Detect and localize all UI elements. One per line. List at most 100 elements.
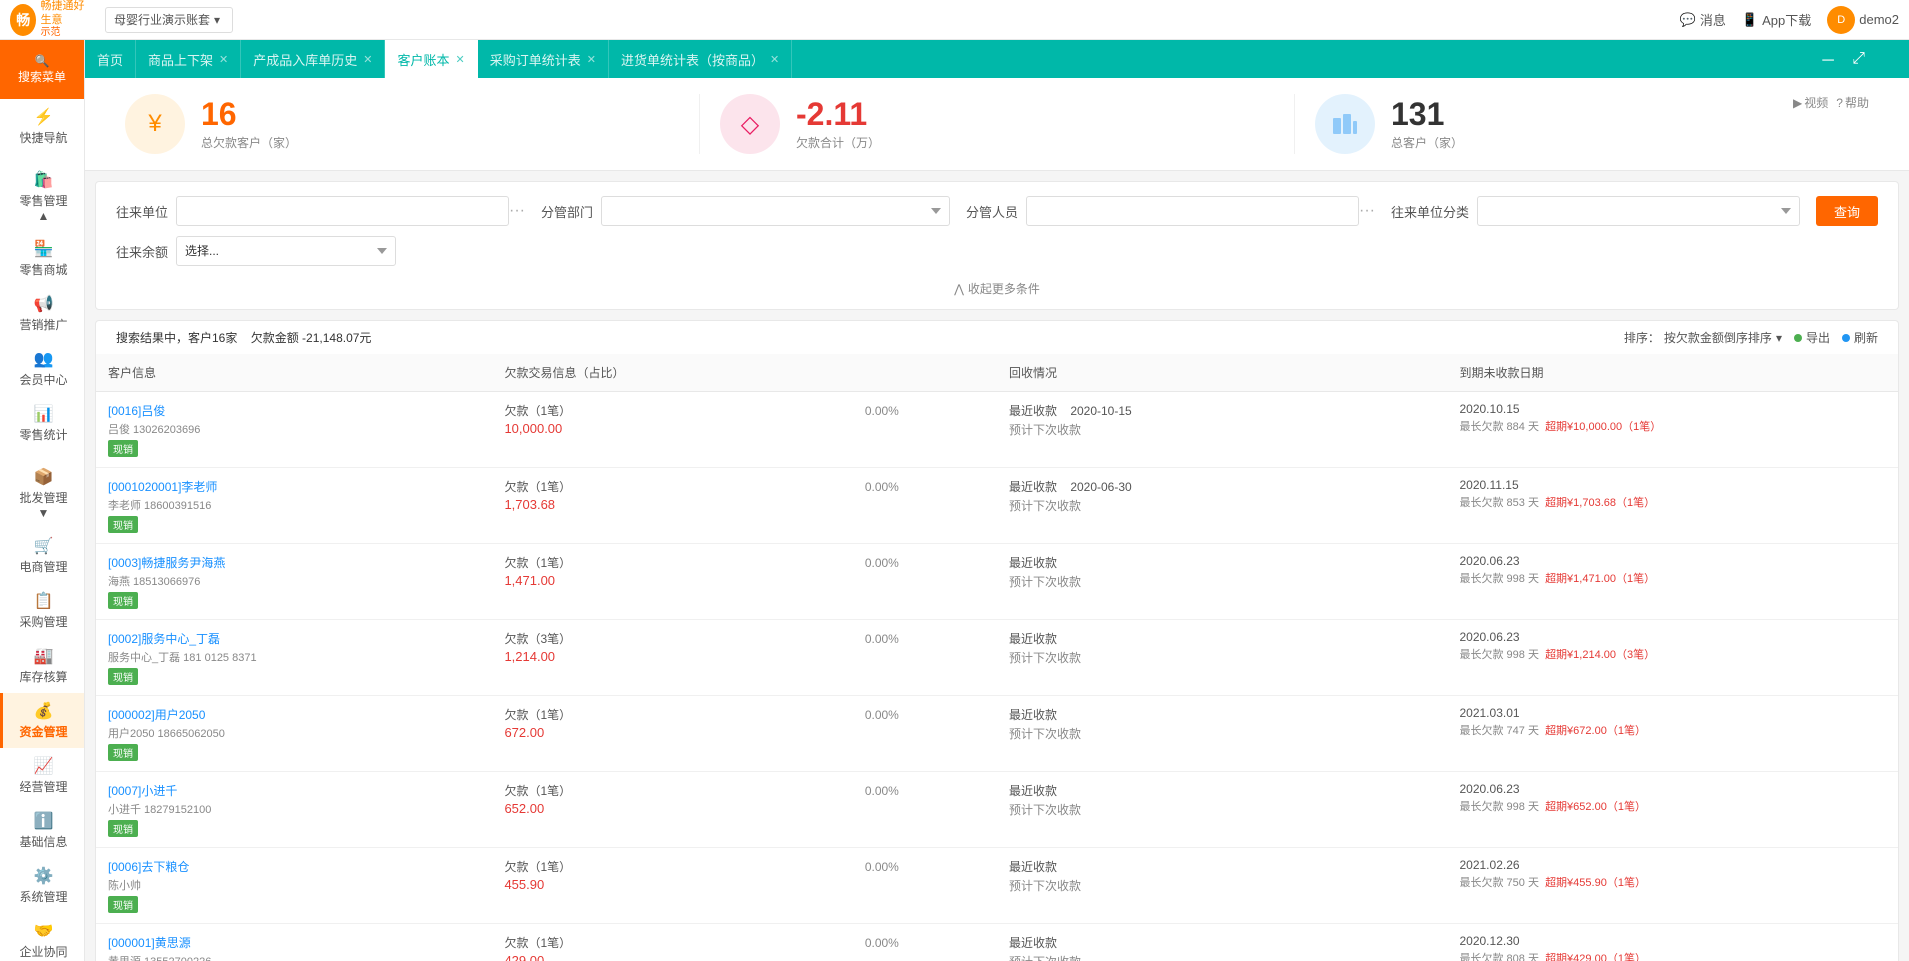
overdue-link-3[interactable]: 超期¥1,214.00（3笔） [1545,649,1655,661]
page-content: ¥ 16 总欠款客户（家） ◇ -2.11 欠款合计（万） [85,78,1909,961]
tab-inventory-history[interactable]: 产成品入库单历史 ✕ [241,40,385,78]
balance-select[interactable]: 选择... [176,236,396,266]
logo-icon: 畅 [10,4,36,36]
next-payment-2: 预计下次收款 [1009,573,1436,590]
category-select[interactable] [1477,196,1800,226]
refresh-btn[interactable]: 刷新 [1842,329,1878,346]
due-date-4: 2021.03.01 [1459,706,1886,720]
help-btn[interactable]: ? 帮助 [1836,94,1869,111]
collapse-btn[interactable]: ⋀ 收起更多条件 [954,280,1040,297]
overdue-link-6[interactable]: 超期¥455.90（1笔） [1545,877,1646,889]
customer-name-5[interactable]: [0007]小进千 [108,782,480,799]
customer-name-7[interactable]: [000001]黄思源 [108,934,480,951]
overdue-link-2[interactable]: 超期¥1,471.00（1笔） [1545,573,1655,585]
last-payment-5: 最近收款 [1009,782,1436,799]
sidebar-item-ecommerce[interactable]: 🛒 电商管理 [0,528,84,583]
dept-select[interactable] [601,196,950,226]
tab-home[interactable]: 首页 [85,40,136,78]
debt-label-cell-0: 欠款（1笔） 10,000.00 [492,392,852,468]
due-date-5: 2020.06.23 [1459,782,1886,796]
company-selector[interactable]: 母婴行业演示账套 ▾ [105,7,233,33]
sort-chevron-icon: ▾ [1776,331,1782,345]
stat-info-1: 16 总欠款客户（家） [201,98,297,151]
recovery-cell-3: 最近收款 预计下次收款 [997,620,1448,696]
tab-close-customer[interactable]: ✕ [456,53,465,66]
logo-text: 畅捷通好生意 示范 [40,0,95,38]
sidebar-item-retail-mgmt[interactable]: 🛍️ 零售管理 ▲ [0,162,84,231]
table-container: 客户信息 欠款交易信息（占比） 回收情况 到期未收款日期 [0016]吕俊 吕俊… [95,354,1899,961]
tab-purchase-stat[interactable]: 进货单统计表（按商品） ✕ [609,40,792,78]
customer-name-2[interactable]: [0003]畅捷服务尹海燕 [108,554,480,571]
customer-info-cell-3: [0002]服务中心_丁磊 服务中心_丁磊 181 0125 8371 现销 [96,620,492,696]
finance-icon: 💰 [34,701,54,721]
customer-name-6[interactable]: [0006]去下粮仓 [108,858,480,875]
table-row: [0007]小进千 小进千 18279152100 现销 欠款（1笔） 652.… [96,772,1898,848]
customer-name-1[interactable]: [0001020001]李老师 [108,478,480,495]
sidebar-item-enterprise[interactable]: 🤝 企业协同 [0,913,84,961]
person-input[interactable] [1026,196,1359,226]
sidebar-item-basic-info[interactable]: ℹ️ 基础信息 [0,803,84,858]
overdue-link-5[interactable]: 超期¥652.00（1笔） [1545,801,1646,813]
sidebar-item-purchase[interactable]: 📋 采购管理 [0,583,84,638]
overdue-link-4[interactable]: 超期¥672.00（1笔） [1545,725,1646,737]
tab-purchase-order[interactable]: 采购订单统计表 ✕ [478,40,609,78]
tab-close-products[interactable]: ✕ [219,53,228,66]
user-menu[interactable]: D demo2 [1827,6,1899,34]
sidebar-item-member[interactable]: 👥 会员中心 [0,341,84,396]
customer-name-3[interactable]: [0002]服务中心_丁磊 [108,630,480,647]
sidebar-item-operation[interactable]: 📈 经营管理 [0,748,84,803]
tab-customer-account[interactable]: 客户账本 ✕ [385,40,477,78]
tab-minimize-btn[interactable]: － [1816,43,1840,75]
export-btn[interactable]: 导出 [1794,329,1830,346]
supplier-dots[interactable]: ··· [509,202,525,220]
debt-ratio-3: 0.00% [865,632,985,646]
overdue-link-1[interactable]: 超期¥1,703.68（1笔） [1545,497,1655,509]
tab-close-purchase-stat[interactable]: ✕ [770,53,779,66]
sort-selector[interactable]: 排序： 按欠款金额倒序排序 ▾ [1624,329,1782,346]
stat-info-2: -2.11 欠款合计（万） [796,98,880,151]
sidebar-search-btn[interactable]: 🔍 搜索菜单 [0,48,84,91]
search-button[interactable]: 查询 [1816,196,1878,226]
sidebar-item-batch-mgmt[interactable]: 📦 批发管理 ▼ [0,459,84,528]
sidebar-top: 🔍 搜索菜单 [0,40,84,99]
sidebar-item-system[interactable]: ⚙️ 系统管理 [0,858,84,913]
customer-contact-3: 服务中心_丁磊 181 0125 8371 [108,649,480,665]
overdue-detail-5: 最长欠款 998 天 超期¥652.00（1笔） [1459,798,1886,814]
tab-products[interactable]: 商品上下架 ✕ [136,40,241,78]
recovery-cell-6: 最近收款 预计下次收款 [997,848,1448,924]
top-bar: 畅 畅捷通好生意 示范 母婴行业演示账套 ▾ 💬 消息 📱 App下载 D de… [0,0,1909,40]
debt-ratio-cell-7: 0.00% [853,924,997,961]
person-dots[interactable]: ··· [1359,202,1375,220]
quick-nav-icon: ⚡ [34,107,54,127]
customer-tag-1: 现销 [108,516,138,533]
customer-contact-6: 陈小帅 [108,877,480,893]
sidebar-item-retail-stat[interactable]: 📊 零售统计 [0,396,84,451]
overdue-detail-1: 最长欠款 853 天 超期¥1,703.68（1笔） [1459,494,1886,510]
customer-name-4[interactable]: [000002]用户2050 [108,706,480,723]
due-date-6: 2021.02.26 [1459,858,1886,872]
supplier-label: 往来单位 [116,202,168,221]
next-payment-6: 预计下次收款 [1009,877,1436,894]
export-icon [1794,334,1802,342]
customer-info-cell-2: [0003]畅捷服务尹海燕 海燕 18513066976 现销 [96,544,492,620]
video-btn[interactable]: ▶ 视频 [1793,94,1828,111]
sidebar-item-retail-store[interactable]: 🏪 零售商城 [0,231,84,286]
sidebar-item-marketing[interactable]: 📢 营销推广 [0,286,84,341]
supplier-input[interactable] [176,196,509,226]
tab-close-purchase[interactable]: ✕ [587,53,596,66]
stat-info-3: 131 总客户（家） [1391,98,1463,151]
col-customer-info: 客户信息 [96,354,492,392]
tab-maximize-btn[interactable]: ⤢ [1848,46,1869,72]
overdue-cell-6: 2021.02.26 最长欠款 750 天 超期¥455.90（1笔） [1447,848,1898,924]
next-payment-3: 预计下次收款 [1009,649,1436,666]
overdue-link-7[interactable]: 超期¥429.00（1笔） [1545,953,1646,961]
overdue-link-0[interactable]: 超期¥10,000.00（1笔） [1545,421,1661,433]
purchase-icon: 📋 [34,591,54,611]
message-btn[interactable]: 💬 消息 [1680,10,1726,29]
sidebar-item-quick-nav[interactable]: ⚡ 快捷导航 [0,99,84,154]
customer-name-0[interactable]: [0016]吕俊 [108,402,480,419]
tab-close-inventory[interactable]: ✕ [363,53,372,66]
sidebar-item-finance[interactable]: 💰 资金管理 [0,693,84,748]
sidebar-item-inventory[interactable]: 🏭 库存核算 [0,638,84,693]
app-download-btn[interactable]: 📱 App下载 [1742,10,1811,29]
